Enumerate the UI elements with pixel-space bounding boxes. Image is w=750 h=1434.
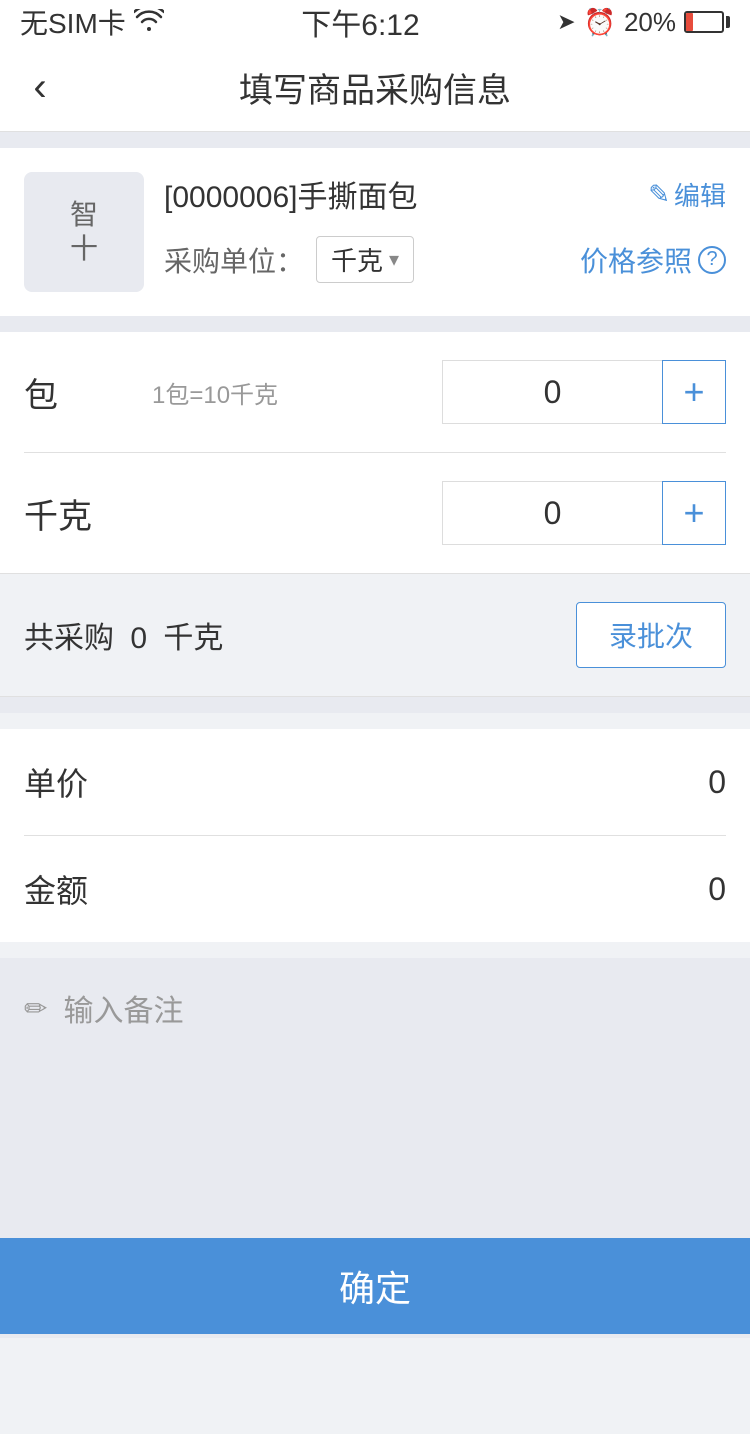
nav-bar: ‹ 填写商品采购信息 bbox=[0, 44, 750, 132]
pencil-icon: ✏ bbox=[24, 992, 47, 1025]
price-section: 单价 0 金额 0 bbox=[0, 729, 750, 942]
quantity-label-kg: 千克 bbox=[24, 489, 144, 538]
price-ref-button[interactable]: 价格参照 ? bbox=[580, 240, 726, 280]
section-divider-1 bbox=[0, 316, 750, 332]
location-icon: ➤ bbox=[557, 9, 575, 35]
confirm-button[interactable]: 确定 bbox=[0, 1238, 750, 1334]
battery-icon bbox=[684, 11, 730, 33]
carrier-label: 无SIM卡 bbox=[20, 2, 126, 42]
section-divider-2 bbox=[0, 697, 750, 713]
unit-select[interactable]: 千克 ▾ bbox=[316, 236, 414, 283]
quantity-label-bao: 包 bbox=[24, 368, 144, 417]
quantity-section: 包 1包=10千克 + 千克 + 共采购 0 千克 录批次 bbox=[0, 332, 750, 697]
battery-percent: 20% bbox=[624, 7, 676, 38]
edit-button[interactable]: ✎ 编辑 bbox=[648, 176, 726, 213]
back-button[interactable]: ‹ bbox=[0, 44, 80, 132]
remark-section[interactable]: ✏ 输入备注 bbox=[0, 958, 750, 1058]
plus-button-kg[interactable]: + bbox=[662, 481, 726, 545]
status-right: ➤ ⏰ 20% bbox=[557, 7, 730, 38]
product-image: 智 十 bbox=[24, 172, 144, 292]
product-name: [0000006]手撕面包 bbox=[164, 172, 417, 216]
back-icon: ‹ bbox=[33, 65, 46, 110]
product-info: [0000006]手撕面包 ✎ 编辑 采购单位： 千克 ▾ 价格参照 ? bbox=[164, 172, 726, 283]
amount-value: 0 bbox=[708, 871, 726, 908]
batch-button[interactable]: 录批次 bbox=[576, 602, 726, 668]
summary-amount: 0 bbox=[130, 622, 147, 655]
unit-price-label: 单价 bbox=[24, 759, 88, 805]
quantity-input-kg[interactable] bbox=[442, 481, 662, 545]
chevron-down-icon: ▾ bbox=[389, 247, 399, 272]
product-unit-row: 采购单位： 千克 ▾ 价格参照 ? bbox=[164, 236, 726, 283]
remark-placeholder: 输入备注 bbox=[63, 986, 183, 1030]
edit-icon: ✎ bbox=[648, 179, 670, 210]
status-left: 无SIM卡 bbox=[20, 2, 164, 42]
product-logo: 智 十 bbox=[70, 198, 98, 265]
bottom-spacer bbox=[0, 1338, 750, 1434]
confirm-label: 确定 bbox=[339, 1260, 411, 1312]
amount-label: 金额 bbox=[24, 866, 88, 912]
product-header: [0000006]手撕面包 ✎ 编辑 bbox=[164, 172, 726, 216]
quantity-input-wrap-bao: + bbox=[278, 360, 726, 424]
unit-price-value: 0 bbox=[708, 764, 726, 801]
unit-label: 采购单位： bbox=[164, 240, 304, 280]
price-row-amount: 金额 0 bbox=[0, 836, 750, 942]
quantity-input-bao[interactable] bbox=[442, 360, 662, 424]
price-row-unit: 单价 0 bbox=[0, 729, 750, 835]
summary-text: 共采购 0 千克 bbox=[24, 613, 223, 657]
summary-row: 共采购 0 千克 录批次 bbox=[0, 573, 750, 697]
quantity-row-bao: 包 1包=10千克 + bbox=[0, 332, 750, 452]
status-bar: 无SIM卡 下午6:12 ➤ ⏰ 20% bbox=[0, 0, 750, 44]
plus-button-bao[interactable]: + bbox=[662, 360, 726, 424]
quantity-input-wrap-kg: + bbox=[144, 481, 726, 545]
quantity-sublabel-bao: 1包=10千克 bbox=[152, 375, 278, 410]
help-icon: ? bbox=[698, 246, 726, 274]
product-card: 智 十 [0000006]手撕面包 ✎ 编辑 采购单位： 千克 ▾ 价格参照 bbox=[0, 148, 750, 316]
alarm-icon: ⏰ bbox=[584, 7, 616, 38]
status-time: 下午6:12 bbox=[301, 0, 419, 44]
quantity-row-kg: 千克 + bbox=[0, 453, 750, 573]
wifi-icon bbox=[134, 6, 164, 38]
page-title: 填写商品采购信息 bbox=[239, 63, 511, 112]
top-divider bbox=[0, 132, 750, 148]
